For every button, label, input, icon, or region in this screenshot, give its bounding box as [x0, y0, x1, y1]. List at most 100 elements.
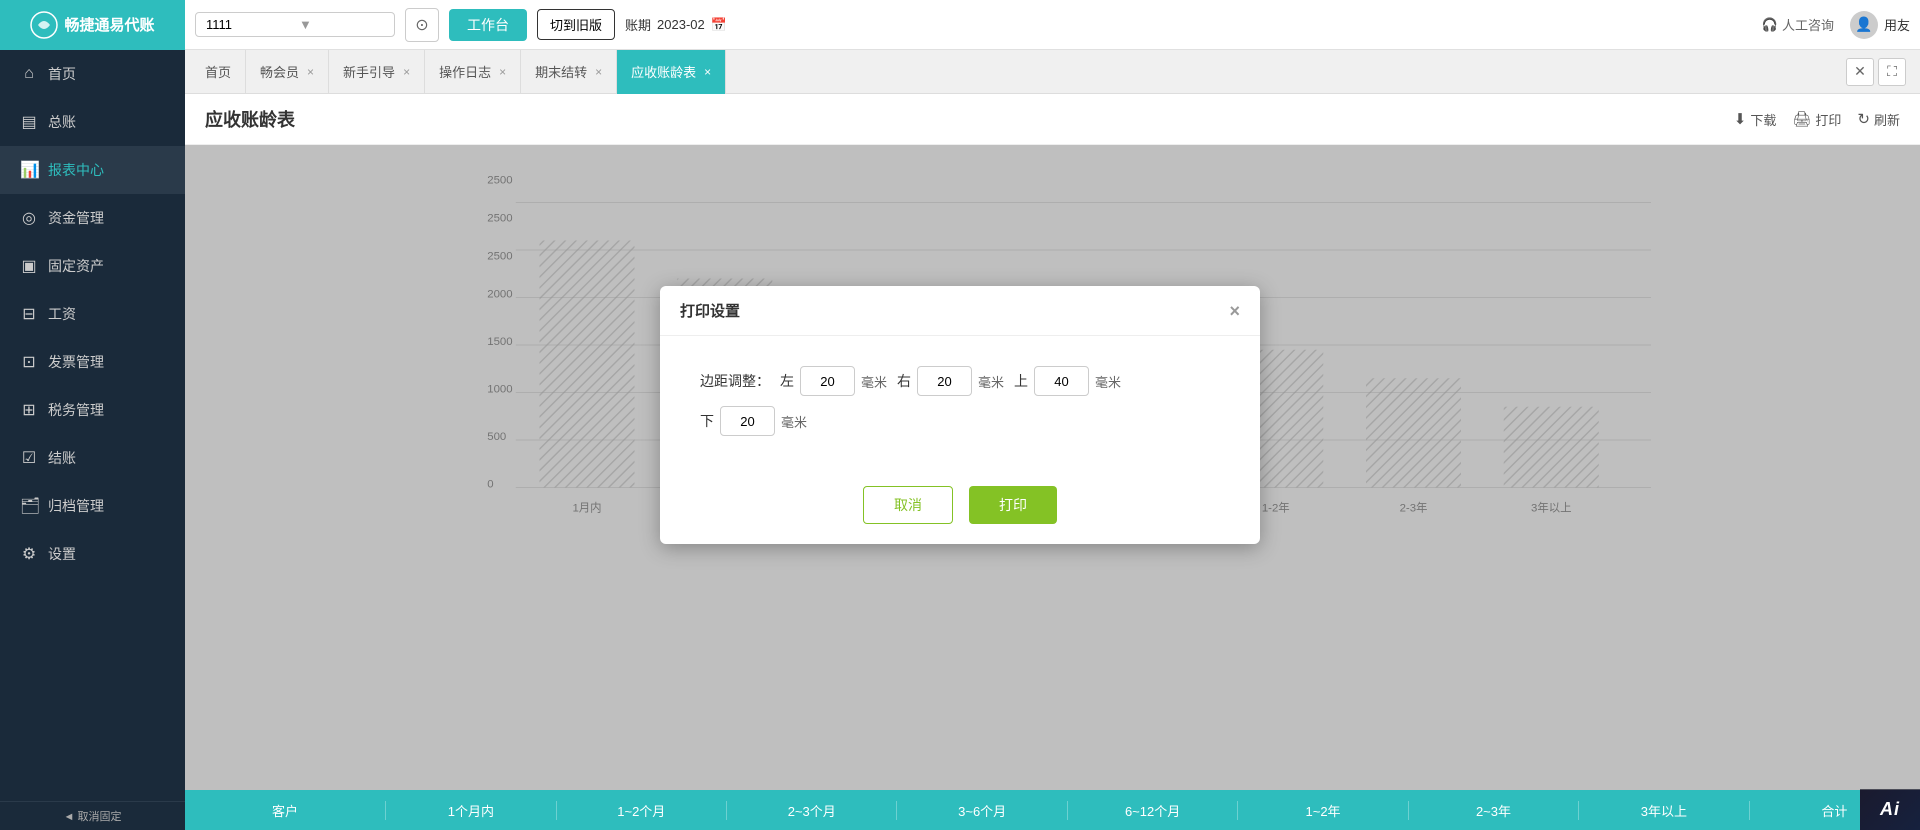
col-1month: 1个月内: [386, 801, 556, 820]
top-header: 畅捷通易代账 1111 ▼ ⊙ 工作台 切到旧版 账期 2023-02 📅 🎧 …: [0, 0, 1920, 50]
col-customer: 客户: [185, 801, 386, 820]
col-1-2month: 1~2个月: [557, 801, 727, 820]
print-icon: 🖨: [1792, 110, 1811, 128]
tab-vip-label: 畅会员: [260, 62, 299, 81]
download-button[interactable]: ⬇ 下载: [1734, 110, 1777, 129]
company-selector[interactable]: 1111 ▼: [195, 12, 395, 37]
col-1-2year: 1~2年: [1238, 801, 1408, 820]
avatar-icon: 👤: [1855, 16, 1872, 33]
tab-oplog[interactable]: 操作日志 ×: [425, 50, 521, 94]
tab-vip[interactable]: 畅会员 ×: [246, 50, 329, 94]
tab-oplog-close[interactable]: ×: [499, 65, 506, 79]
logo-text: 畅捷通易代账: [64, 14, 154, 35]
sidebar-item-archive-mgmt[interactable]: 🗂 归档管理: [0, 482, 185, 530]
refresh-label: 刷新: [1874, 110, 1900, 129]
invoice-icon: ⊡: [20, 352, 38, 372]
tax-icon: ⊞: [20, 400, 38, 420]
margin-settings: 边距调整： 左 毫米 右 毫米 上 毫米 下: [700, 366, 1220, 436]
sidebar-item-invoice-mgmt[interactable]: ⊡ 发票管理: [0, 338, 185, 386]
download-label: 下载: [1750, 110, 1776, 129]
tab-vip-close[interactable]: ×: [307, 65, 314, 79]
sidebar-item-general-ledger[interactable]: ▤ 总账: [0, 98, 185, 146]
avatar: 👤: [1850, 11, 1878, 39]
tabs-bar: 首页 畅会员 × 新手引导 × 操作日志 × 期末结转 × 应收账龄表 ×: [185, 50, 1920, 94]
sidebar-item-tax-mgmt[interactable]: ⊞ 税务管理: [0, 386, 185, 434]
sidebar-label-fixed: 固定资产: [48, 256, 104, 276]
ai-badge: Ai: [1860, 789, 1920, 830]
history-btn[interactable]: ⊙: [405, 8, 439, 42]
toolbar-right: ⬇ 下载 🖨 打印 ↻ 刷新: [1734, 110, 1900, 129]
logo-area: 畅捷通易代账: [0, 0, 185, 50]
dialog-body: 边距调整： 左 毫米 右 毫米 上 毫米 下: [660, 336, 1260, 466]
print-button[interactable]: 🖨 打印: [1792, 110, 1841, 129]
dialog-close-button[interactable]: ×: [1229, 302, 1240, 320]
sidebar-collapse-btn[interactable]: ◄ 取消固定: [0, 801, 185, 830]
company-name: 1111: [206, 17, 291, 32]
tab-guide[interactable]: 新手引导 ×: [329, 50, 425, 94]
right-label: 右: [897, 371, 911, 391]
sidebar-item-settings[interactable]: ⚙ 设置: [0, 530, 185, 578]
sidebar-label-home: 首页: [48, 64, 76, 84]
history-icon: ⊙: [415, 15, 428, 35]
tab-period-close-label: 期末结转: [535, 62, 587, 81]
bottom-margin-input[interactable]: [720, 406, 775, 436]
left-label: 左: [780, 371, 794, 391]
col-2-3year: 2~3年: [1409, 801, 1579, 820]
sidebar-label-tax: 税务管理: [48, 400, 104, 420]
sidebar-item-fund-mgmt[interactable]: ◎ 资金管理: [0, 194, 185, 242]
report-icon: 📊: [20, 160, 38, 180]
top-margin-group: 上 毫米: [1014, 366, 1121, 396]
sidebar-label-archive: 归档管理: [48, 496, 104, 516]
sidebar-label-report: 报表中心: [48, 160, 104, 180]
tab-guide-close[interactable]: ×: [403, 65, 410, 79]
bottom-table-header: 客户 1个月内 1~2个月 2~3个月 3~6个月 6~12个月: [185, 790, 1920, 830]
tab-home[interactable]: 首页: [191, 50, 246, 94]
tab-maximize-btn[interactable]: ⛶: [1878, 58, 1906, 86]
margin-label: 边距调整：: [700, 371, 770, 391]
bottom-label: 下: [700, 411, 714, 431]
confirm-print-button[interactable]: 打印: [969, 486, 1057, 524]
tab-actions: ✕ ⛶: [1838, 58, 1914, 86]
tab-close-all-btn[interactable]: ✕: [1846, 58, 1874, 86]
dialog-header: 打印设置 ×: [660, 286, 1260, 336]
sidebar-item-payroll[interactable]: ⊟ 工资: [0, 290, 185, 338]
left-margin-input[interactable]: [800, 366, 855, 396]
tab-ar-aging-close[interactable]: ×: [704, 65, 711, 79]
sidebar-label-checkout: 结账: [48, 448, 76, 468]
col-6-12month: 6~12个月: [1068, 801, 1238, 820]
page-toolbar: 应收账龄表 ⬇ 下载 🖨 打印 ↻ 刷新: [185, 94, 1920, 145]
support-label: 人工咨询: [1782, 15, 1834, 34]
top-margin-input[interactable]: [1034, 366, 1089, 396]
right-margin-input[interactable]: [917, 366, 972, 396]
sidebar-label-ledger: 总账: [48, 112, 76, 132]
ledger-icon: ▤: [20, 112, 38, 132]
tab-period-close-close[interactable]: ×: [595, 65, 602, 79]
user-area[interactable]: 👤 用友: [1850, 11, 1910, 39]
headset-icon: 🎧: [1762, 17, 1778, 33]
sidebar-item-checkout[interactable]: ☑ 结账: [0, 434, 185, 482]
sidebar-item-home[interactable]: ⌂ 首页: [0, 50, 185, 98]
sidebar-item-report-center[interactable]: 📊 报表中心: [0, 146, 185, 194]
cancel-button[interactable]: 取消: [863, 486, 953, 524]
dialog-footer: 取消 打印: [660, 466, 1260, 544]
tab-period-close[interactable]: 期末结转 ×: [521, 50, 617, 94]
tab-maximize-icon: ⛶: [1887, 63, 1897, 80]
left-margin-group: 左 毫米: [780, 366, 887, 396]
calendar-icon[interactable]: 📅: [711, 17, 727, 33]
switch-old-button[interactable]: 切到旧版: [537, 9, 615, 40]
col-3year-plus: 3年以上: [1579, 801, 1749, 820]
bottom-margin-group: 下 毫米: [700, 406, 807, 436]
tab-ar-aging[interactable]: 应收账龄表 ×: [617, 50, 726, 94]
sidebar-item-fixed-assets[interactable]: ▣ 固定资产: [0, 242, 185, 290]
col-3-6month: 3~6个月: [897, 801, 1067, 820]
workbench-button[interactable]: 工作台: [449, 9, 527, 41]
print-label: 打印: [1815, 110, 1841, 129]
refresh-button[interactable]: ↻ 刷新: [1857, 110, 1900, 129]
account-period: 账期 2023-02 📅: [625, 15, 727, 34]
col-2-3month: 2~3个月: [727, 801, 897, 820]
home-icon: ⌂: [20, 65, 38, 83]
support-link[interactable]: 🎧 人工咨询: [1762, 15, 1834, 34]
download-icon: ⬇: [1734, 110, 1747, 128]
header-right: 🎧 人工咨询 👤 用友: [1762, 11, 1910, 39]
left-unit: 毫米: [861, 372, 887, 391]
